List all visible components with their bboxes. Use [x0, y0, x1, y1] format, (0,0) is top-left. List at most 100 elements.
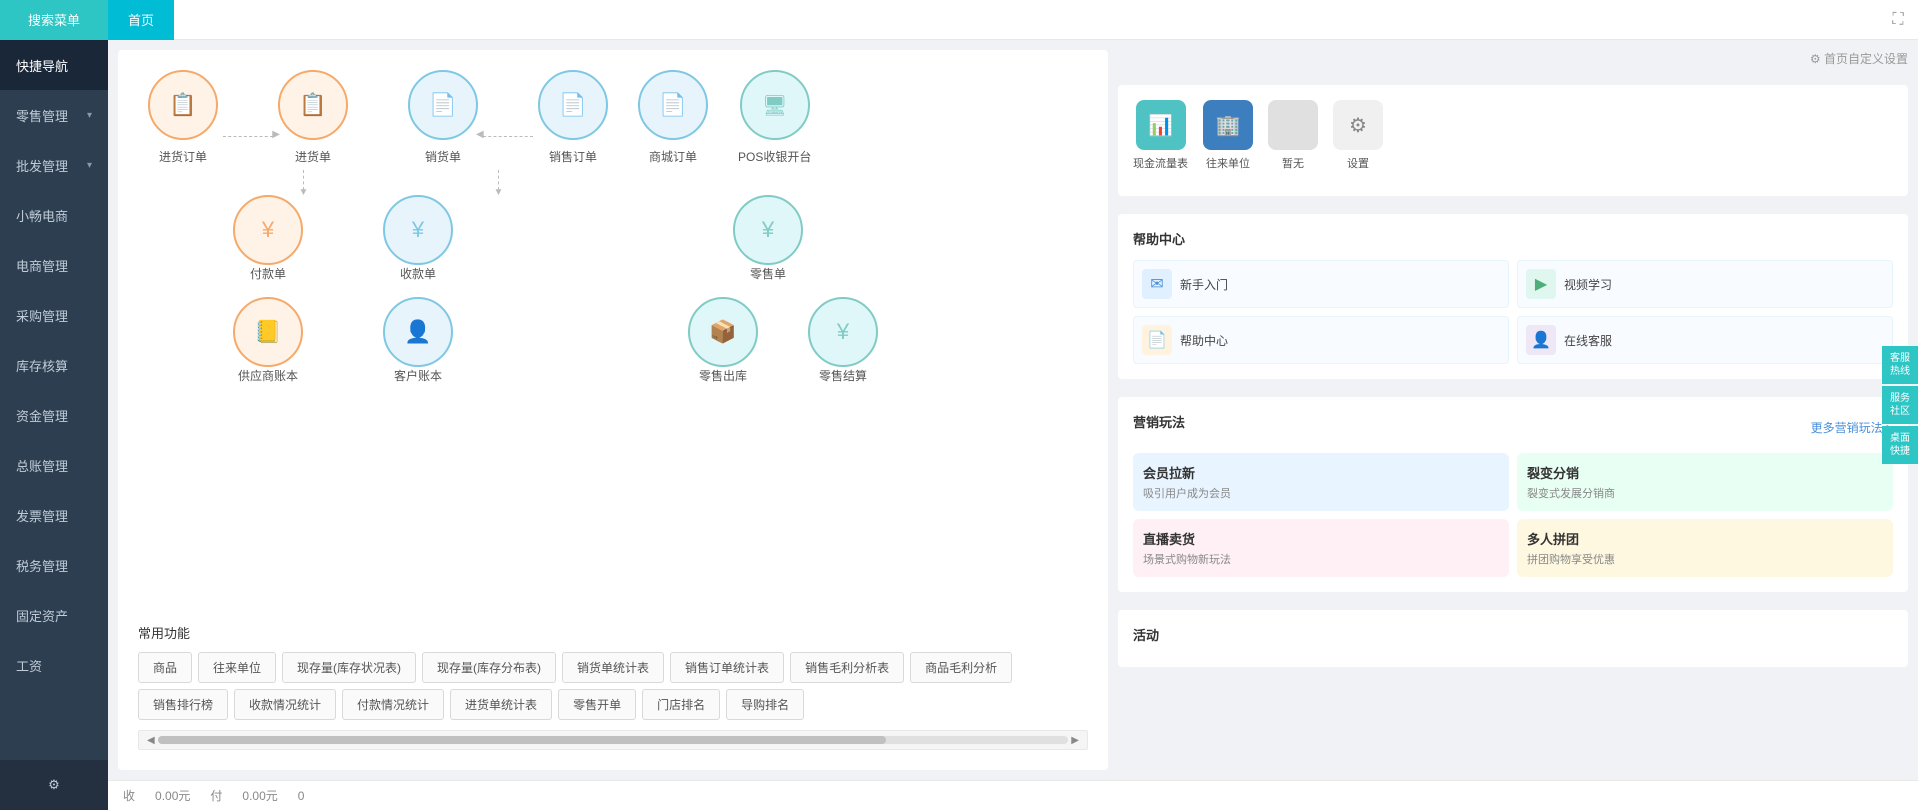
gear-icon: ⚙	[1810, 52, 1824, 66]
func-btn-stock-status[interactable]: 现存量(库存状况表)	[282, 652, 416, 683]
quick-icon-empty[interactable]: 暂无	[1268, 100, 1318, 171]
scroll-bar[interactable]: ◀ ▶	[138, 730, 1088, 750]
supplier-ledger-label: 供应商账本	[238, 367, 298, 384]
arrow-right-1: ▶	[223, 136, 273, 137]
func-btn-payment-stats[interactable]: 付款情况统计	[342, 689, 444, 720]
marketing-item-fission[interactable]: 裂变分销 裂变式发展分销商	[1517, 453, 1893, 511]
flow-node-sales[interactable]: 📄 销货单	[408, 70, 478, 165]
cashflow-label: 现金流量表	[1133, 155, 1188, 171]
flow-node-payment[interactable]: ¥ 付款单	[233, 195, 303, 282]
sidebar-item-finance[interactable]: 资金管理	[0, 390, 108, 440]
right-panel: ⚙ 首页自定义设置 📊 现金流量表 🏢 往来单位	[1118, 50, 1908, 770]
sidebar-item-inventory[interactable]: 库存核算	[0, 340, 108, 390]
help-item-help[interactable]: 📄 帮助中心	[1133, 316, 1509, 364]
activity-panel: 活动	[1118, 610, 1908, 667]
retail-icon: ¥	[733, 195, 803, 265]
func-btn-stock-dist[interactable]: 现存量(库存分布表)	[422, 652, 556, 683]
flow-node-sales-order[interactable]: 📄 销售订单	[538, 70, 608, 165]
help-item-video[interactable]: ▶ 视频学习	[1517, 260, 1893, 308]
scroll-right-icon[interactable]: ▶	[1068, 735, 1082, 746]
flow-node-purchase-order[interactable]: 📋 进货订单	[148, 70, 218, 165]
sidebar-item-label: 批发管理	[16, 156, 68, 175]
bottom-count: 0	[298, 789, 305, 803]
sidebar-item-ecommerce-lite[interactable]: 小畅电商	[0, 190, 108, 240]
flow-node-purchase[interactable]: 📋 进货单	[278, 70, 348, 165]
sidebar-item-quick-nav[interactable]: 快捷导航	[0, 40, 108, 90]
flow-node-retail-outbound[interactable]: 📦 零售出库	[688, 297, 758, 384]
retail-outbound-label: 零售出库	[699, 367, 747, 384]
tab-home[interactable]: 首页	[108, 0, 174, 40]
flow-node-customer-ledger[interactable]: 👤 客户账本	[383, 297, 453, 384]
flow-node-retail-settlement[interactable]: ¥ 零售结算	[808, 297, 878, 384]
common-func-title: 常用功能	[138, 623, 1088, 642]
flow-node-supplier-ledger[interactable]: 📒 供应商账本	[233, 297, 303, 384]
retail-settlement-label: 零售结算	[819, 367, 867, 384]
flow-node-receipt[interactable]: ¥ 收款单	[383, 195, 453, 282]
marketing-item-member[interactable]: 会员拉新 吸引用户成为会员	[1133, 453, 1509, 511]
common-functions: 常用功能 商品 往来单位 现存量(库存状况表) 现存量(库存分布表) 销货单统计…	[138, 623, 1088, 720]
func-btn-receipt-stats[interactable]: 收款情况统计	[234, 689, 336, 720]
quick-icon-partner[interactable]: 🏢 往来单位	[1203, 100, 1253, 171]
flow-node-pos[interactable]: 🖥 POS收银开台	[738, 70, 811, 165]
func-btn-product-profit[interactable]: 商品毛利分析	[910, 652, 1012, 683]
func-btn-purchase-stats[interactable]: 进货单统计表	[450, 689, 552, 720]
sidebar-bottom: ⚙	[0, 760, 108, 810]
func-btn-sales-stats[interactable]: 销货单统计表	[562, 652, 664, 683]
flow-node-retail[interactable]: ¥ 零售单	[733, 195, 803, 282]
float-btn-desktop[interactable]: 桌面快捷	[1882, 426, 1918, 464]
fission-title: 裂变分销	[1527, 463, 1883, 482]
sidebar-item-label: 采购管理	[16, 306, 68, 325]
quick-icon-cashflow[interactable]: 📊 现金流量表	[1133, 100, 1188, 171]
more-marketing-link[interactable]: 更多营销玩法 >	[1811, 419, 1893, 436]
bottom-receive-value: 0.00元	[155, 787, 190, 804]
fullscreen-icon[interactable]: ⛶	[1888, 10, 1908, 30]
group-title: 多人拼团	[1527, 529, 1883, 548]
sidebar-item-ecommerce[interactable]: 电商管理	[0, 240, 108, 290]
purchase-order-label: 进货订单	[159, 148, 207, 165]
search-menu-button[interactable]: 搜索菜单	[0, 0, 108, 40]
group-desc: 拼团购物享受优惠	[1527, 551, 1883, 567]
sidebar-item-tax[interactable]: 税务管理	[0, 540, 108, 590]
func-btn-product[interactable]: 商品	[138, 652, 192, 683]
sidebar-settings-button[interactable]: ⚙	[0, 760, 108, 810]
home-customize-link[interactable]: ⚙ 首页自定义设置	[1118, 50, 1908, 67]
float-btn-service[interactable]: 客服热线	[1882, 346, 1918, 384]
marketing-grid: 会员拉新 吸引用户成为会员 裂变分销 裂变式发展分销商 直播卖货 场景式购物新玩…	[1133, 453, 1893, 577]
scroll-left-icon[interactable]: ◀	[144, 735, 158, 746]
func-btn-sales-profit[interactable]: 销售毛利分析表	[790, 652, 904, 683]
sidebar-item-fixed-assets[interactable]: 固定资产	[0, 590, 108, 640]
flow-node-mall-order[interactable]: 📄 商城订单	[638, 70, 708, 165]
chevron-down-icon: ▾	[87, 110, 92, 121]
person-icon: 👤	[1526, 325, 1556, 355]
sidebar-item-wholesale[interactable]: 批发管理 ▾	[0, 140, 108, 190]
func-btn-sales-rank[interactable]: 销售排行榜	[138, 689, 228, 720]
help-item-beginner[interactable]: ✉ 新手入门	[1133, 260, 1509, 308]
sales-icon: 📄	[408, 70, 478, 140]
live-desc: 场景式购物新玩法	[1143, 551, 1499, 567]
scroll-track	[158, 736, 1069, 744]
help-item-beginner-label: 新手入门	[1180, 276, 1228, 293]
float-btn-community[interactable]: 服务社区	[1882, 386, 1918, 424]
sidebar-item-purchase[interactable]: 采购管理	[0, 290, 108, 340]
sidebar-item-ledger[interactable]: 总账管理	[0, 440, 108, 490]
help-item-video-label: 视频学习	[1564, 276, 1612, 293]
sidebar-item-retail[interactable]: 零售管理 ▾	[0, 90, 108, 140]
purchase-icon: 📋	[278, 70, 348, 140]
sidebar-item-salary[interactable]: 工资	[0, 640, 108, 690]
quick-icon-settings[interactable]: ⚙ 设置	[1333, 100, 1383, 171]
sidebar-item-invoice[interactable]: 发票管理	[0, 490, 108, 540]
func-btn-retail-order[interactable]: 零售开单	[558, 689, 636, 720]
pos-label: POS收银开台	[738, 148, 811, 165]
member-title: 会员拉新	[1143, 463, 1499, 482]
marketing-item-group[interactable]: 多人拼团 拼团购物享受优惠	[1517, 519, 1893, 577]
sidebar-item-label: 工资	[16, 656, 42, 675]
func-btn-partner[interactable]: 往来单位	[198, 652, 276, 683]
sidebar-item-label: 发票管理	[16, 506, 68, 525]
func-btn-store-rank[interactable]: 门店排名	[642, 689, 720, 720]
marketing-item-live[interactable]: 直播卖货 场景式购物新玩法	[1133, 519, 1509, 577]
func-btn-sales-order-stats[interactable]: 销售订单统计表	[670, 652, 784, 683]
help-item-service[interactable]: 👤 在线客服	[1517, 316, 1893, 364]
marketing-title: 营销玩法	[1133, 412, 1185, 431]
quick-icons-row: 📊 现金流量表 🏢 往来单位 暂无 ⚙ 设	[1133, 100, 1893, 171]
func-btn-guide-rank[interactable]: 导购排名	[726, 689, 804, 720]
